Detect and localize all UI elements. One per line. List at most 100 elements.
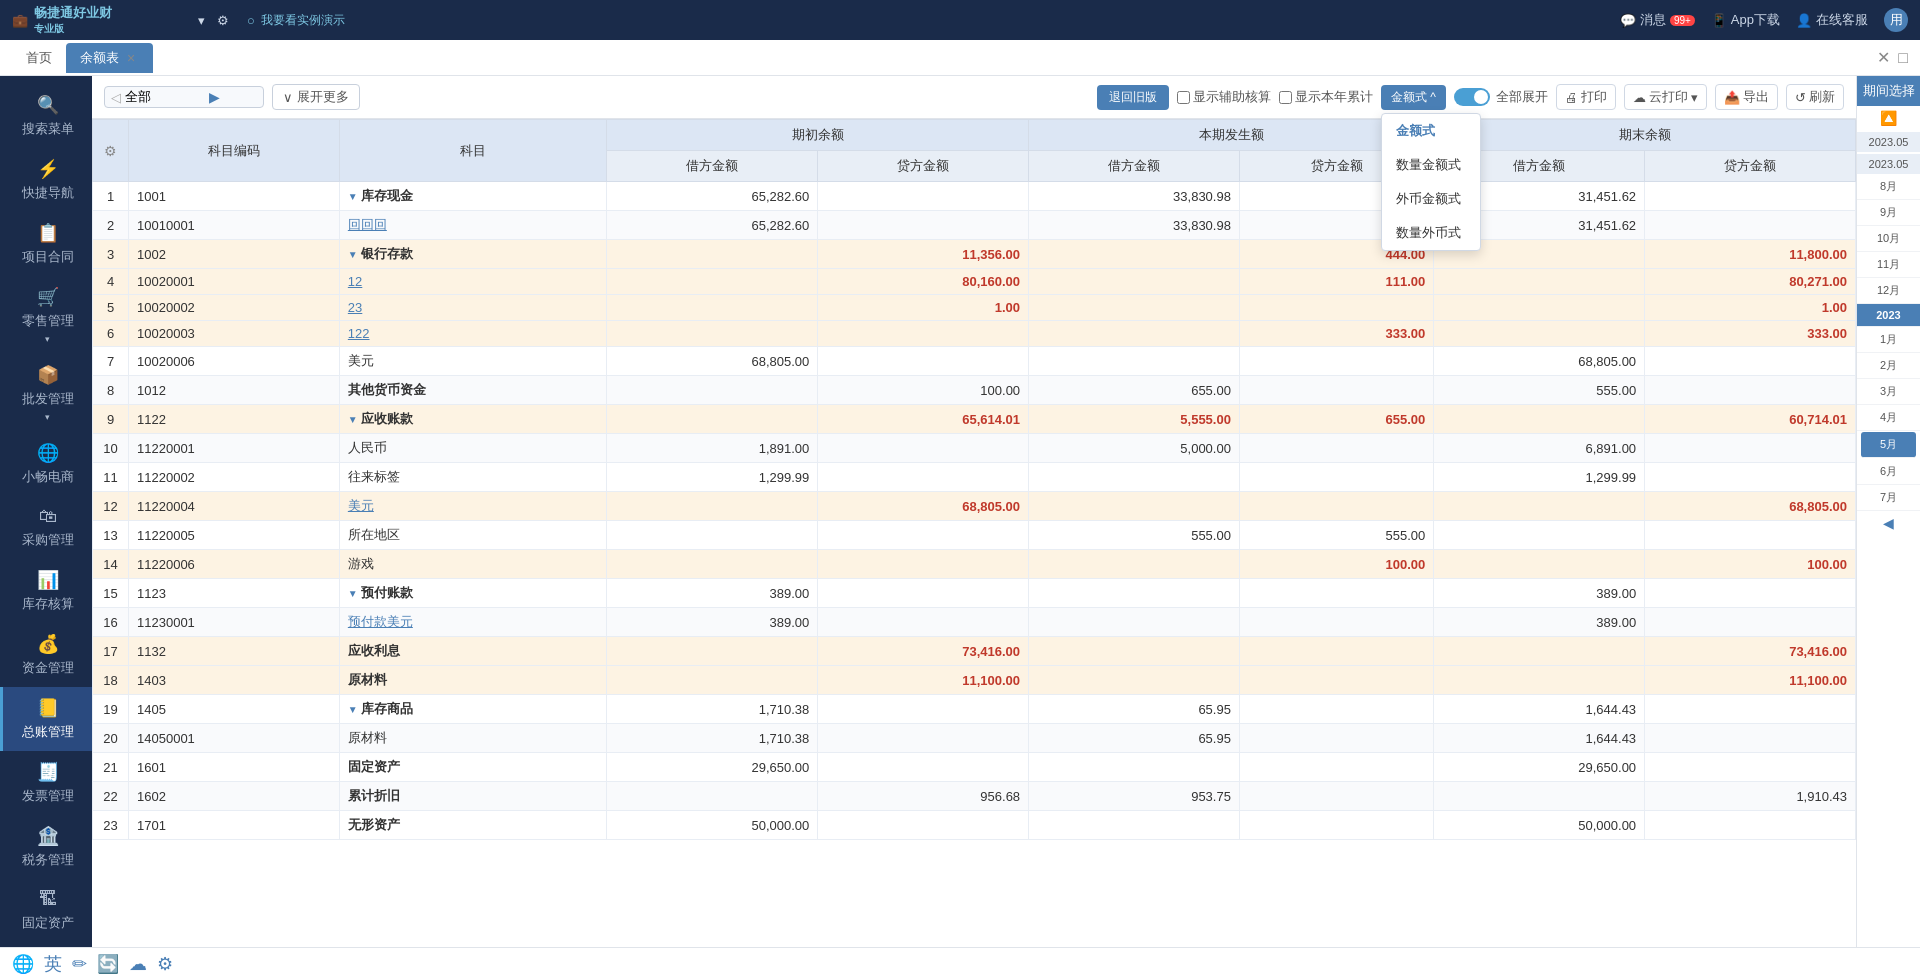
app-download-btn[interactable]: 📱 App下载: [1711, 11, 1780, 29]
td-row-name: 原材料: [339, 666, 607, 695]
th-ps-debit: 借方金额: [607, 151, 818, 182]
month-6[interactable]: 6月: [1857, 459, 1920, 485]
td-co-credit: 655.00: [1239, 405, 1433, 434]
refresh-btn[interactable]: ↺ 刷新: [1786, 84, 1844, 110]
td-row-name[interactable]: 122: [339, 321, 607, 347]
table-settings-btn[interactable]: ⚙: [104, 143, 117, 159]
td-ps-credit: 100.00: [818, 376, 1029, 405]
td-pe-debit: [1434, 666, 1645, 695]
expand-all-toggle[interactable]: 全部展开: [1454, 88, 1548, 106]
td-row-name[interactable]: 回回回: [339, 211, 607, 240]
month-9[interactable]: 9月: [1857, 200, 1920, 226]
month-5[interactable]: 5月: [1861, 432, 1916, 458]
print-btn[interactable]: 🖨 打印: [1556, 84, 1616, 110]
expand-icon[interactable]: ▼: [348, 588, 361, 599]
app-dropdown-btn[interactable]: ▾: [192, 13, 211, 28]
expand-more-btn[interactable]: ∨ 展开更多: [272, 84, 360, 110]
month-3[interactable]: 3月: [1857, 379, 1920, 405]
sidebar-item-ledger[interactable]: 📒 总账管理: [0, 687, 92, 751]
demo-link[interactable]: 我要看实例演示: [261, 12, 345, 29]
amount-type-btn[interactable]: 金额式 ^: [1381, 85, 1446, 110]
tab-close-btn[interactable]: ×: [123, 50, 139, 66]
td-row-no: 2: [93, 211, 129, 240]
export-btn[interactable]: 📤 导出: [1715, 84, 1778, 110]
td-ps-credit: 68,805.00: [818, 492, 1029, 521]
sidebar-item-assets[interactable]: 🏗 固定资产: [0, 879, 92, 942]
sidebar-item-tax[interactable]: 🏦 税务管理: [0, 815, 92, 879]
bottom-global-btn[interactable]: 🌐: [12, 953, 34, 975]
td-row-name: 原材料: [339, 724, 607, 753]
td-pe-credit: 73,416.00: [1645, 637, 1856, 666]
dm-item-sljine[interactable]: 数量金额式: [1382, 148, 1480, 182]
show-year-check[interactable]: 显示本年累计: [1279, 88, 1373, 106]
search-nav-next[interactable]: ▶: [209, 89, 220, 105]
dm-item-slwb[interactable]: 数量外币式: [1382, 216, 1480, 250]
dm-item-jine[interactable]: 金额式: [1382, 114, 1480, 148]
sidebar-item-quicknav[interactable]: ⚡ 快捷导航: [0, 148, 92, 212]
td-pe-credit: 100.00: [1645, 550, 1856, 579]
sidebar-item-project[interactable]: 📋 项目合同: [0, 212, 92, 276]
sidebar-item-invoice[interactable]: 🧾 发票管理: [0, 751, 92, 815]
expand-icon[interactable]: ▼: [348, 704, 361, 715]
td-row-name[interactable]: 美元: [339, 492, 607, 521]
dm-item-wbjine[interactable]: 外币金额式: [1382, 182, 1480, 216]
month-12[interactable]: 12月: [1857, 278, 1920, 304]
td-ps-debit: [607, 550, 818, 579]
expand-icon[interactable]: ▼: [348, 249, 361, 260]
td-co-debit: [1029, 550, 1240, 579]
td-row-name[interactable]: 23: [339, 295, 607, 321]
td-row-name[interactable]: 预付款美元: [339, 608, 607, 637]
sidebar-item-retail[interactable]: 🛒 零售管理 ▾: [0, 276, 92, 354]
globe-icon: ○: [247, 13, 255, 28]
sidebar-label-assets: 固定资产: [22, 914, 74, 932]
month-1[interactable]: 1月: [1857, 327, 1920, 353]
expand-icon[interactable]: ▼: [348, 191, 361, 202]
sidebar-item-search[interactable]: 🔍 搜索菜单: [0, 84, 92, 148]
win-close-btn[interactable]: ✕: [1877, 48, 1890, 67]
td-row-name[interactable]: 12: [339, 269, 607, 295]
sidebar-item-purchase[interactable]: 🛍 采购管理: [0, 496, 92, 559]
sidebar-item-wholesale[interactable]: 📦 批发管理 ▾: [0, 354, 92, 432]
expand-icon[interactable]: ▼: [348, 414, 361, 425]
sidebar-item-funds[interactable]: 💰 资金管理: [0, 623, 92, 687]
bottom-cloud-btn[interactable]: ☁: [129, 953, 147, 975]
period-down-arrow[interactable]: ◀: [1857, 511, 1920, 535]
bottom-sync-btn[interactable]: 🔄: [97, 953, 119, 975]
month-8[interactable]: 8月: [1857, 174, 1920, 200]
show-assist-check[interactable]: 显示辅助核算: [1177, 88, 1271, 106]
month-11[interactable]: 11月: [1857, 252, 1920, 278]
sidebar-item-inventory[interactable]: 📊 库存核算: [0, 559, 92, 623]
tab-home[interactable]: 首页: [12, 43, 66, 73]
message-icon: 💬: [1620, 13, 1636, 28]
sidebar-item-ecommerce[interactable]: 🌐 小畅电商: [0, 432, 92, 496]
cloud-print-btn[interactable]: ☁ 云打印 ▾: [1624, 84, 1707, 110]
win-maximize-btn[interactable]: □: [1898, 48, 1908, 67]
td-pe-debit: [1434, 321, 1645, 347]
show-year-checkbox[interactable]: [1279, 91, 1292, 104]
table-row: 31002▼ 银行存款11,356.00444.0011,800.00: [93, 240, 1856, 269]
search-input[interactable]: [125, 90, 205, 105]
tab-balance[interactable]: 余额表 ×: [66, 43, 153, 73]
balance-table: ⚙ 科目编码 科目 期初余额 本期发生额 期末余额 借方金额 贷方金额 借方金额…: [92, 119, 1856, 840]
bottom-settings-btn[interactable]: ⚙: [157, 953, 173, 975]
month-2[interactable]: 2月: [1857, 353, 1920, 379]
td-ps-credit: 11,356.00: [818, 240, 1029, 269]
month-10[interactable]: 10月: [1857, 226, 1920, 252]
back-old-btn[interactable]: 退回旧版: [1097, 85, 1169, 110]
bottom-edit-btn[interactable]: ✏: [72, 953, 87, 975]
message-btn[interactable]: 💬 消息 99+: [1620, 11, 1695, 29]
period-up-arrow[interactable]: 🔼: [1857, 106, 1920, 130]
toggle-track[interactable]: [1454, 88, 1490, 106]
month-7[interactable]: 7月: [1857, 485, 1920, 511]
td-ps-debit: [607, 521, 818, 550]
show-assist-checkbox[interactable]: [1177, 91, 1190, 104]
year-2023-start-label: 2023.05: [1857, 154, 1920, 174]
app-settings-btn[interactable]: ⚙: [211, 13, 235, 28]
user-avatar[interactable]: 用: [1884, 8, 1908, 32]
th-name: 科目: [339, 120, 607, 182]
online-service-btn[interactable]: 👤 在线客服: [1796, 11, 1868, 29]
month-4[interactable]: 4月: [1857, 405, 1920, 431]
bottom-lang-btn[interactable]: 英: [44, 952, 62, 976]
search-area[interactable]: ◁ ▶: [104, 86, 264, 108]
td-ps-debit: 1,710.38: [607, 724, 818, 753]
